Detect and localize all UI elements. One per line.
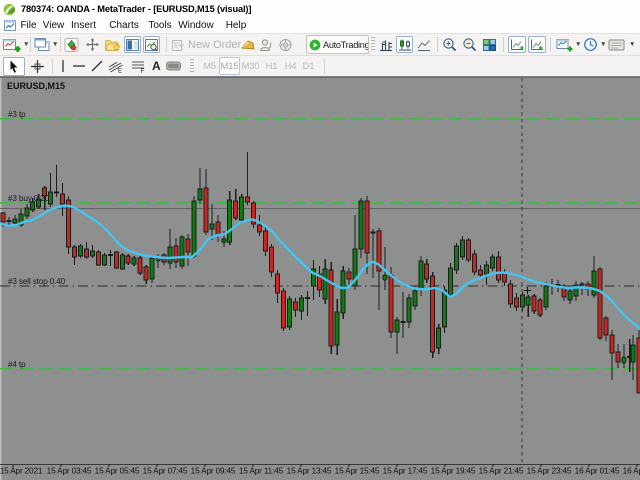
svg-text:15 Apr 11:45: 15 Apr 11:45 bbox=[239, 467, 284, 476]
svg-text:15 Apr 13:45: 15 Apr 13:45 bbox=[287, 467, 332, 476]
svg-text:#3 tp: #3 tp bbox=[8, 110, 26, 119]
svg-text:15 Apr 2021: 15 Apr 2021 bbox=[0, 467, 43, 476]
svg-text:15 Apr 09:45: 15 Apr 09:45 bbox=[191, 467, 236, 476]
svg-text:#4 tp: #4 tp bbox=[8, 360, 26, 369]
svg-text:15 Apr 05:45: 15 Apr 05:45 bbox=[95, 467, 140, 476]
svg-text:E: E bbox=[118, 69, 122, 74]
svg-text:15 Apr 17:45: 15 Apr 17:45 bbox=[383, 467, 428, 476]
svg-text:15 Apr 19:45: 15 Apr 19:45 bbox=[431, 467, 476, 476]
svg-text:#3 buy 0.20: #3 buy 0.20 bbox=[8, 194, 50, 203]
svg-text:15 Apr 23:45: 15 Apr 23:45 bbox=[527, 467, 572, 476]
svg-text:#3 sell stop 0.40: #3 sell stop 0.40 bbox=[8, 277, 66, 286]
svg-text:15 Apr 03:45: 15 Apr 03:45 bbox=[47, 467, 92, 476]
svg-text:15 Apr 07:45: 15 Apr 07:45 bbox=[143, 467, 188, 476]
svg-text:15 Apr 21:45: 15 Apr 21:45 bbox=[479, 467, 524, 476]
svg-text:16 Apr 01:45: 16 Apr 01:45 bbox=[575, 467, 620, 476]
svg-text:F: F bbox=[141, 68, 145, 73]
svg-text:EURUSD,M15: EURUSD,M15 bbox=[7, 81, 65, 91]
svg-text:16 Apr 03:45: 16 Apr 03:45 bbox=[623, 467, 640, 476]
svg-text:15 Apr 15:45: 15 Apr 15:45 bbox=[335, 467, 380, 476]
